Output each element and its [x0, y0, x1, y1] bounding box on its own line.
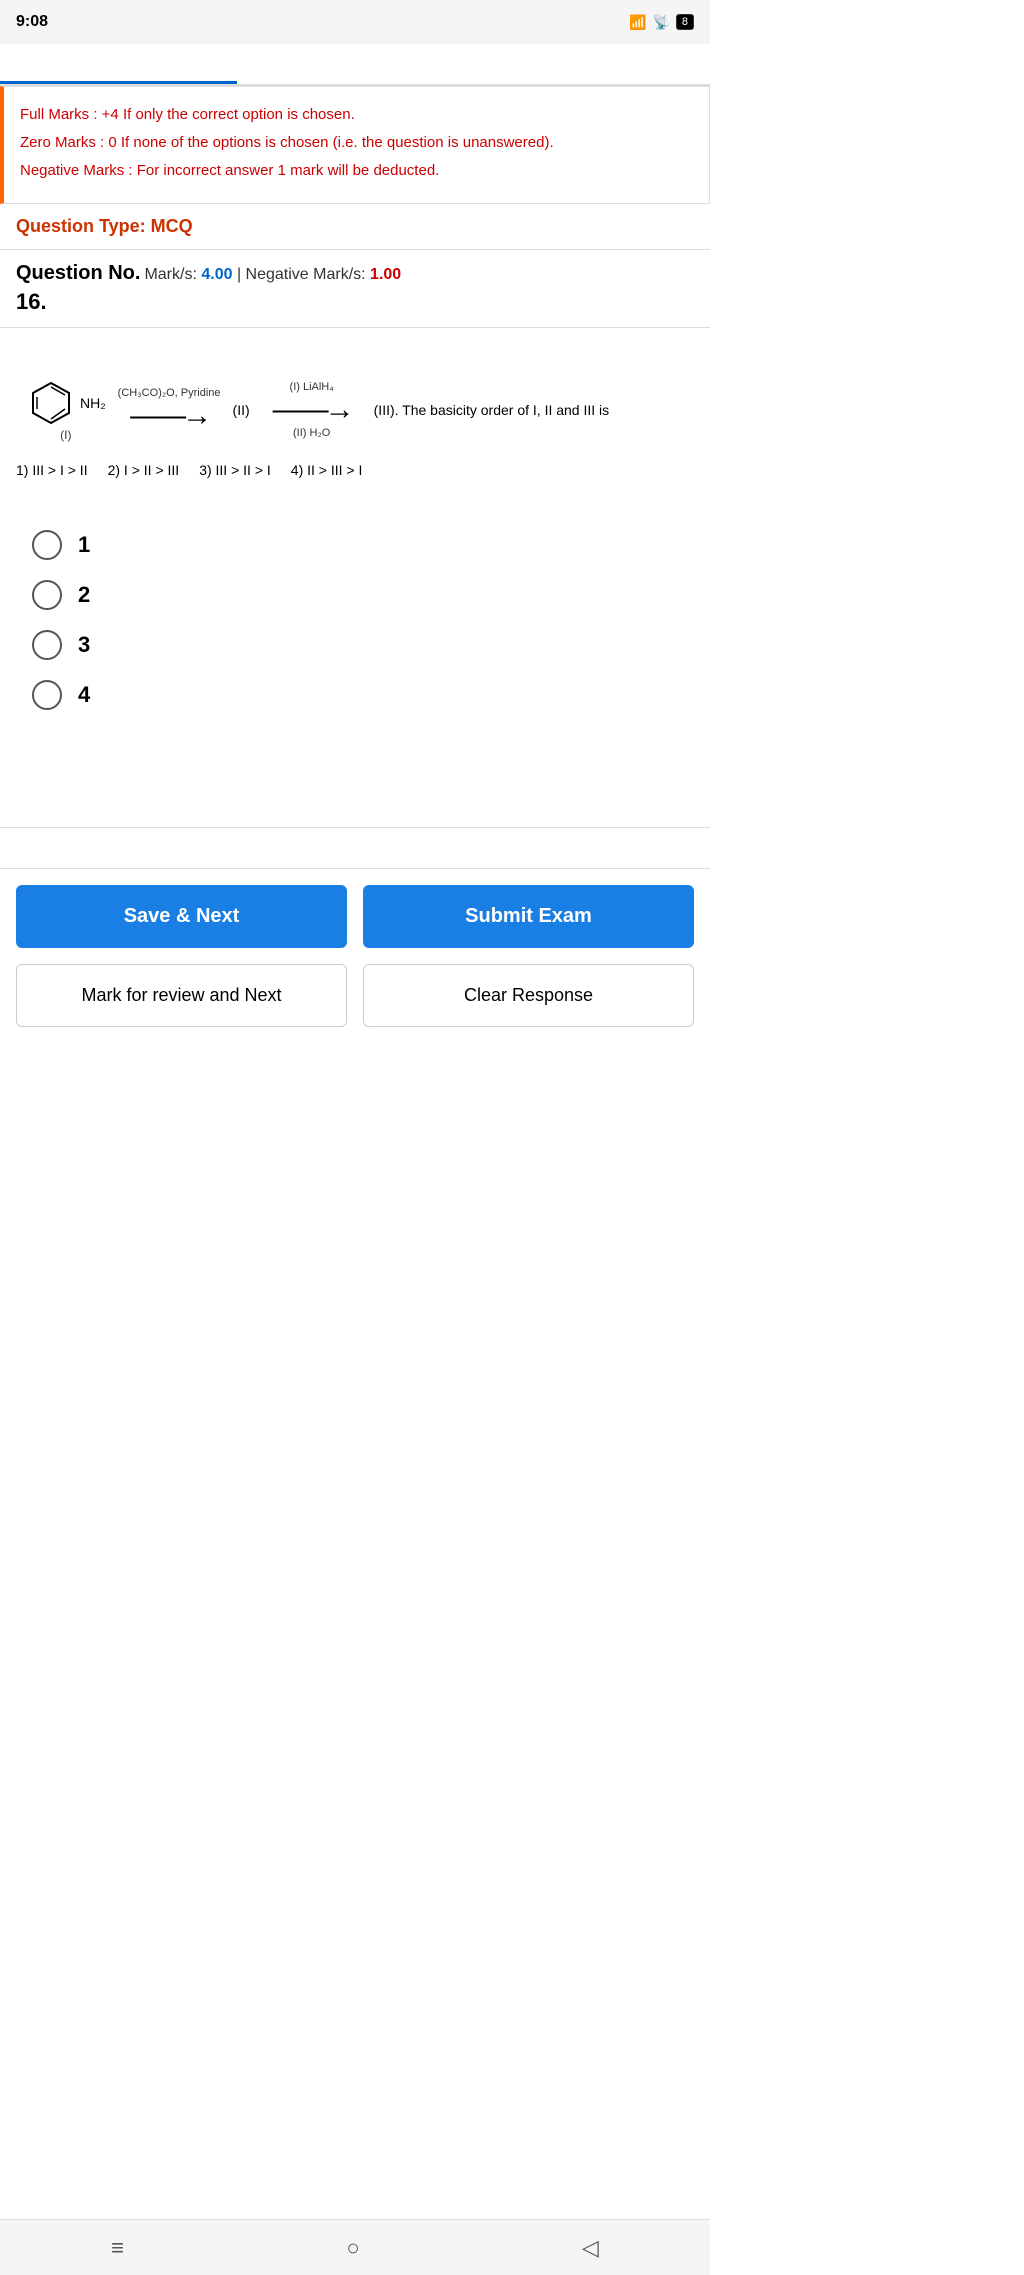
radio-option-3[interactable]: 3	[32, 630, 678, 660]
radio-label-1: 1	[78, 532, 90, 558]
back-icon[interactable]: ◁	[582, 2235, 599, 2261]
options-row: 1) III > I > II 2) I > II > III 3) III >…	[16, 462, 694, 478]
question-content: NH₂ (I) (CH₃CO)₂O, Pyridine ——→ (II) (I)…	[0, 328, 710, 828]
radio-label-2: 2	[78, 582, 90, 608]
status-bar: 9:08 📶 📡 8	[0, 0, 710, 44]
compound-I: NH₂ (I)	[26, 378, 106, 442]
menu-icon[interactable]: ≡	[111, 2235, 124, 2261]
radio-circle-1[interactable]	[32, 530, 62, 560]
question-type-label: Question Type: MCQ	[16, 216, 193, 236]
submit-exam-button[interactable]: Submit Exam	[363, 885, 694, 948]
battery-indicator: 8	[676, 14, 694, 30]
wifi-icon: 📶	[629, 14, 646, 31]
radio-option-4[interactable]: 4	[32, 680, 678, 710]
status-time: 9:08	[16, 13, 48, 31]
compound-III-label: (III).	[374, 402, 399, 418]
btn-row-1: Save & Next Submit Exam	[16, 885, 694, 948]
option-text-2: 2) I > II > III	[108, 462, 180, 478]
radio-circle-2[interactable]	[32, 580, 62, 610]
nav-bar: ≡ ○ ◁	[0, 2219, 710, 2275]
reaction-arrow-2: (I) LiAlH₄ ——→ (II) H₂O	[262, 381, 362, 439]
reaction-row: NH₂ (I) (CH₃CO)₂O, Pyridine ——→ (II) (I)…	[26, 378, 694, 442]
tab-1[interactable]	[0, 44, 237, 84]
radio-circle-3[interactable]	[32, 630, 62, 660]
question-number: 16.	[16, 289, 694, 315]
reaction-arrow-1: (CH₃CO)₂O, Pyridine ——→	[118, 387, 221, 433]
marking-scheme: Full Marks : +4 If only the correct opti…	[0, 86, 710, 204]
answer-options: 1 2 3 4	[16, 490, 694, 750]
clear-response-button[interactable]: Clear Response	[363, 964, 694, 1027]
reagent2b: (II) H₂O	[293, 427, 330, 439]
reagent2a: (I) LiAlH₄	[290, 381, 334, 393]
radio-option-1[interactable]: 1	[32, 530, 678, 560]
marking-line1: Full Marks : +4 If only the correct opti…	[20, 103, 693, 127]
tab-3[interactable]	[473, 44, 710, 84]
reagent1a: (CH₃CO)₂O, Pyridine	[118, 387, 221, 399]
status-icons: 📶 📡 8	[629, 14, 694, 31]
arrow-line-1: ——→	[130, 399, 208, 433]
radio-option-2[interactable]: 2	[32, 580, 678, 610]
basicity-description: The basicity order of I, II and III is	[402, 402, 609, 418]
radio-label-3: 3	[78, 632, 90, 658]
question-type-section: Question Type: MCQ	[0, 204, 710, 250]
question-marks: Mark/s: 4.00 | Negative Mark/s: 1.00	[144, 266, 401, 284]
option-text-4: 4) II > III > I	[291, 462, 363, 478]
roman-I-label: (I)	[60, 428, 71, 442]
mark-label: Mark/s:	[144, 266, 196, 283]
compound-II: (II)	[233, 402, 250, 418]
btn-row-2: Mark for review and Next Clear Response	[16, 964, 694, 1027]
compound-III-desc: (III). The basicity order of I, II and I…	[374, 402, 610, 418]
tab-2[interactable]	[237, 44, 474, 84]
option-text-3: 3) III > II > I	[199, 462, 271, 478]
question-no-label: Question No.	[16, 262, 140, 285]
benzene-ring-svg	[26, 378, 76, 428]
arrow-line-2: ——→	[273, 393, 351, 427]
bottom-spacer	[0, 1043, 710, 1103]
radio-circle-4[interactable]	[32, 680, 62, 710]
reaction-diagram: NH₂ (I) (CH₃CO)₂O, Pyridine ——→ (II) (I)…	[26, 378, 694, 442]
marking-line3: Negative Marks : For incorrect answer 1 …	[20, 159, 693, 183]
negative-value: 1.00	[370, 266, 401, 283]
home-icon[interactable]: ○	[346, 2235, 359, 2261]
save-next-button[interactable]: Save & Next	[16, 885, 347, 948]
tab-bar	[0, 44, 710, 86]
radio-label-4: 4	[78, 682, 90, 708]
option-text-1: 1) III > I > II	[16, 462, 88, 478]
compound-II-label: (II)	[233, 402, 250, 418]
mark-value: 4.00	[201, 266, 232, 283]
mark-for-review-button[interactable]: Mark for review and Next	[16, 964, 347, 1027]
negative-label: | Negative Mark/s:	[237, 266, 366, 283]
question-header: Question No. Mark/s: 4.00 | Negative Mar…	[0, 250, 710, 328]
signal-icon: 📡	[652, 14, 669, 31]
marking-line2: Zero Marks : 0 If none of the options is…	[20, 131, 693, 155]
bottom-section: Save & Next Submit Exam Mark for review …	[0, 868, 710, 1043]
nh2-group: NH₂	[80, 395, 106, 411]
